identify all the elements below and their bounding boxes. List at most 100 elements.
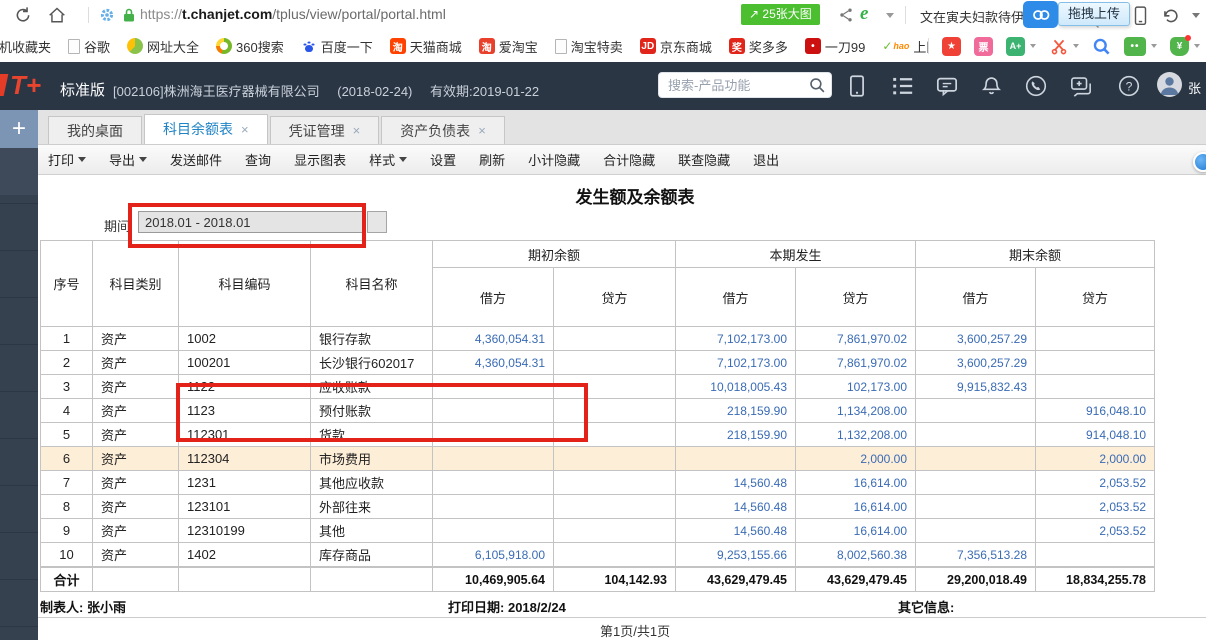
bookmark-aitaobao[interactable]: 淘爱淘宝 (478, 37, 538, 56)
chevron-down-icon[interactable] (1151, 44, 1157, 48)
toolbar-style-button[interactable]: 样式 (369, 150, 408, 169)
bookmark-mobile-favorites[interactable]: 手机收藏夹 (0, 37, 51, 56)
tab-my-desktop[interactable]: 我的桌面 (48, 116, 142, 144)
tab-voucher-mgmt[interactable]: 凭证管理 × (269, 116, 380, 144)
chevron-down-icon[interactable] (1192, 13, 1200, 18)
translate-extension-icon[interactable]: A+ (1006, 36, 1025, 56)
toolbar-export-button[interactable]: 导出 (109, 150, 148, 169)
toolbar-hide-subtotal-button[interactable]: 小计隐藏 (528, 150, 580, 169)
bookmark-360-search[interactable]: 360搜索 (216, 37, 284, 56)
sidebar-item[interactable] (0, 148, 38, 195)
big-images-badge[interactable]: ↗ 25张大图 (741, 4, 820, 25)
phone-support-icon[interactable] (1025, 75, 1047, 97)
current-credit-cell[interactable]: 8,002,560.38 (795, 542, 917, 567)
share-icon[interactable] (838, 7, 856, 25)
toolbar-print-button[interactable]: 打印 (48, 150, 87, 169)
toolbar-show-chart-button[interactable]: 显示图表 (294, 150, 346, 169)
closing-debit-cell[interactable]: 7,356,513.28 (915, 542, 1037, 567)
shield-extension-icon[interactable]: ¥ (1170, 34, 1191, 56)
gear-icon[interactable] (99, 7, 117, 25)
address-url[interactable]: https://t.chanjet.com/tplus/view/portal/… (140, 6, 446, 22)
current-credit-cell[interactable]: 1,134,208.00 (795, 398, 917, 423)
toolbar-send-mail-button[interactable]: 发送邮件 (170, 150, 222, 169)
search-icon[interactable] (809, 77, 826, 94)
bookmark-taobao-sale[interactable]: 淘宝特卖 (554, 37, 623, 56)
chevron-down-icon[interactable] (886, 13, 894, 18)
gamepad-extension-icon[interactable]: •• (1124, 36, 1146, 56)
toolbar-settings-button[interactable]: 设置 (430, 150, 456, 169)
toolbar-refresh-button[interactable]: 刷新 (479, 150, 505, 169)
bookmark-google[interactable]: 谷歌 (68, 37, 110, 56)
current-credit-cell[interactable]: 102,173.00 (795, 374, 917, 399)
sidebar-add-button[interactable]: + (0, 110, 38, 148)
avatar[interactable] (1157, 72, 1182, 97)
current-credit-cell[interactable]: 7,861,970.02 (795, 326, 917, 351)
floating-service-button[interactable] (1193, 152, 1206, 172)
period-dropdown-button[interactable] (367, 211, 387, 233)
current-credit-cell[interactable]: 16,614.00 (795, 470, 917, 495)
chevron-down-icon[interactable] (1073, 44, 1079, 48)
magnifier-extension-icon[interactable] (1092, 37, 1111, 56)
current-credit-cell[interactable]: 16,614.00 (795, 494, 917, 519)
undo-icon[interactable] (1162, 7, 1180, 25)
bookmark-baidu[interactable]: 百度一下 (301, 37, 373, 56)
notification-bell-icon[interactable] (981, 75, 1003, 97)
closing-debit-cell[interactable]: 3,600,257.29 (915, 350, 1037, 375)
bookmark-wangzhi-daquan[interactable]: 网址大全 (127, 37, 199, 56)
chevron-down-icon[interactable] (1194, 44, 1200, 48)
closing-debit-cell[interactable]: 9,915,832.43 (915, 374, 1037, 399)
help-icon[interactable]: ? (1118, 75, 1140, 97)
toolbar-query-button[interactable]: 查询 (245, 150, 271, 169)
current-debit-cell[interactable]: 218,159.90 (675, 398, 797, 423)
closing-credit-cell[interactable]: 2,053.52 (1035, 494, 1156, 519)
opening-debit-cell[interactable]: 4,360,054.31 (432, 326, 554, 351)
toolbar-exit-button[interactable]: 退出 (753, 150, 779, 169)
opening-debit-cell[interactable]: 4,360,054.31 (432, 350, 554, 375)
user-name[interactable]: 张 (1188, 78, 1201, 97)
trophy-extension-icon[interactable]: ★ (942, 36, 961, 56)
current-debit-cell[interactable]: 7,102,173.00 (675, 326, 797, 351)
bookmark-yidao99[interactable]: • 一刀99 (804, 37, 865, 56)
message-icon[interactable] (936, 75, 958, 97)
toolbar-hide-total-button[interactable]: 合计隐藏 (603, 150, 655, 169)
closing-credit-cell[interactable]: 914,048.10 (1035, 422, 1156, 447)
toolbar-hide-drill-button[interactable]: 联查隐藏 (678, 150, 730, 169)
current-debit-cell[interactable]: 7,102,173.00 (675, 350, 797, 375)
upload-extension-icon[interactable] (1023, 1, 1058, 28)
ticket-extension-icon[interactable]: 票 (974, 36, 993, 56)
current-debit-cell[interactable]: 14,560.48 (675, 470, 797, 495)
tab-close-icon[interactable]: × (478, 118, 486, 144)
closing-debit-cell[interactable]: 3,600,257.29 (915, 326, 1037, 351)
scissors-extension-icon[interactable] (1049, 37, 1068, 56)
current-credit-cell[interactable]: 16,614.00 (795, 518, 917, 543)
current-credit-cell[interactable]: 1,132,208.00 (795, 422, 917, 447)
product-search-box[interactable] (658, 72, 832, 98)
closing-credit-cell[interactable]: 2,053.52 (1035, 470, 1156, 495)
tab-close-icon[interactable]: × (353, 118, 361, 144)
closing-credit-cell[interactable]: 916,048.10 (1035, 398, 1156, 423)
current-debit-cell[interactable]: 218,159.90 (675, 422, 797, 447)
bookmark-tmall[interactable]: 淘天猫商城 (389, 37, 462, 56)
current-debit-cell[interactable]: 9,253,155.66 (675, 542, 797, 567)
ie-mode-icon[interactable]: e (860, 3, 868, 25)
tab-close-icon[interactable]: × (241, 115, 249, 144)
reload-icon[interactable] (14, 6, 32, 24)
current-credit-cell[interactable]: 2,000.00 (795, 446, 917, 471)
opening-debit-cell[interactable]: 6,105,918.00 (432, 542, 554, 567)
product-search-input[interactable] (659, 73, 799, 97)
task-list-icon[interactable] (892, 75, 914, 97)
chevron-down-icon[interactable] (1030, 44, 1036, 48)
current-debit-cell[interactable]: 14,560.48 (675, 518, 797, 543)
period-input[interactable] (138, 211, 363, 233)
mobile-view-icon[interactable] (1132, 6, 1150, 26)
current-debit-cell[interactable]: 10,018,005.43 (675, 374, 797, 399)
closing-credit-cell[interactable]: 2,053.52 (1035, 518, 1156, 543)
closing-credit-cell[interactable]: 2,000.00 (1035, 446, 1156, 471)
current-credit-cell[interactable]: 7,861,970.02 (795, 350, 917, 375)
tab-balance-sheet[interactable]: 资产负债表 × (381, 116, 505, 144)
current-debit-cell[interactable]: 14,560.48 (675, 494, 797, 519)
bookmark-jiangduoduo[interactable]: 奖奖多多 (728, 37, 788, 56)
mobile-app-icon[interactable] (847, 75, 869, 97)
tab-account-balance[interactable]: 科目余额表 × (144, 114, 268, 144)
bookmark-jd[interactable]: JD 京东商城 (639, 37, 712, 56)
